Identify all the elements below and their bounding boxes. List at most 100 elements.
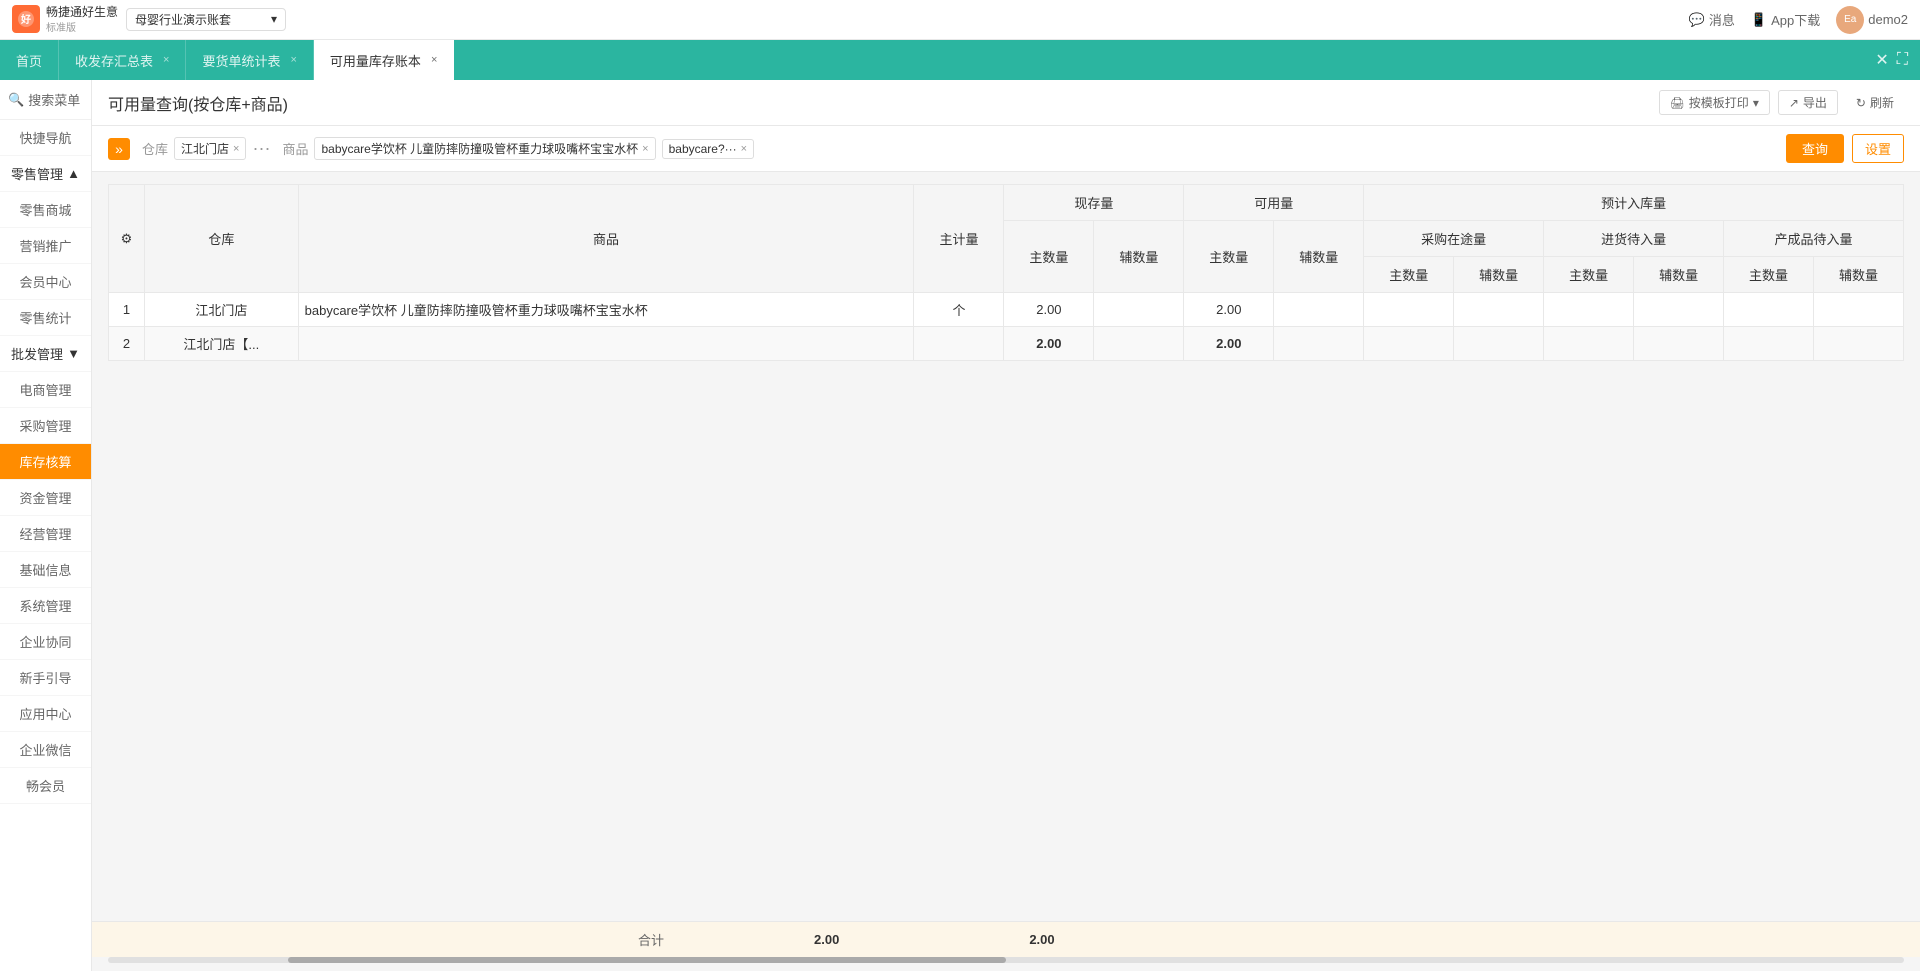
sidebar-item-enterprise-wechat[interactable]: 企业微信 xyxy=(0,732,91,768)
th-pur-main: 主数量 xyxy=(1364,257,1454,293)
app-download-button[interactable]: 📱 App下载 xyxy=(1751,10,1820,29)
sidebar-enterprise-wechat-label: 企业微信 xyxy=(19,740,71,759)
cell-avail-main: 2.00 xyxy=(1184,293,1274,327)
close-all-tabs-icon[interactable]: ✕ xyxy=(1875,50,1888,70)
footer-current-main: 2.00 xyxy=(814,932,839,947)
sidebar-item-system-mgmt[interactable]: 系统管理 xyxy=(0,588,91,624)
warehouse-filter-more[interactable]: ··· xyxy=(252,138,270,159)
cell-prod-aux xyxy=(1814,327,1904,361)
th-incoming-pending: 进货待入量 xyxy=(1544,221,1724,257)
product-tag-1[interactable]: babycare学饮杯 儿童防摔防撞吸管杯重力球吸嘴杯宝宝水杯 × xyxy=(314,137,655,160)
sidebar-item-purchase-mgmt[interactable]: 采购管理 xyxy=(0,408,91,444)
warehouse-tag[interactable]: 江北门店 × xyxy=(174,137,246,160)
export-label: 导出 xyxy=(1803,94,1827,111)
logo-text: 畅捷通好生意 xyxy=(46,5,118,19)
sidebar-item-retail-stats[interactable]: 零售统计 xyxy=(0,300,91,336)
tab-order-stats-close[interactable]: × xyxy=(290,54,296,66)
table-row: 2 江北门店【... 2.00 2.00 xyxy=(109,327,1904,361)
export-button[interactable]: ↗ 导出 xyxy=(1778,90,1838,115)
sidebar-item-ecommerce-mgmt[interactable]: 电商管理 xyxy=(0,372,91,408)
sidebar-item-enterprise-collab[interactable]: 企业协同 xyxy=(0,624,91,660)
sidebar-retail-shop-label: 零售商城 xyxy=(19,200,71,219)
sidebar-item-ops-mgmt[interactable]: 经营管理 xyxy=(0,516,91,552)
cell-inc-main xyxy=(1544,293,1634,327)
sidebar-item-retail-shop[interactable]: 零售商城 xyxy=(0,192,91,228)
cell-current-main: 2.00 xyxy=(1004,293,1094,327)
th-current-main: 主数量 xyxy=(1004,221,1094,293)
footer-area: 合计 2.00 2.00 xyxy=(92,921,1920,971)
cell-pur-aux xyxy=(1454,327,1544,361)
th-current-aux: 辅数量 xyxy=(1094,221,1184,293)
tab-home[interactable]: 首页 xyxy=(0,40,59,80)
filter-expand-button[interactable]: » xyxy=(108,138,130,160)
sidebar-item-finance-mgmt[interactable]: 资金管理 xyxy=(0,480,91,516)
product-tag-2[interactable]: babycare?··· × xyxy=(662,139,754,159)
th-settings: ⚙ xyxy=(109,185,145,293)
sidebar-item-retail-mgmt[interactable]: 零售管理 ▲ xyxy=(0,156,91,192)
cell-inc-aux xyxy=(1634,327,1724,361)
message-icon: 💬 xyxy=(1689,12,1705,28)
cell-unit xyxy=(914,327,1004,361)
sidebar-purchase-label: 采购管理 xyxy=(19,416,71,435)
chevron-down-icon: ▼ xyxy=(67,346,80,361)
sidebar-search[interactable]: 🔍 搜索菜单 xyxy=(0,80,91,120)
cell-current-aux xyxy=(1094,327,1184,361)
sidebar-item-quick-nav[interactable]: 快捷导航 xyxy=(0,120,91,156)
table-container: ⚙ 仓库 商品 主计量 现存量 可用量 预计入库量 主数量 辅数量 主数量 辅数… xyxy=(92,172,1920,921)
sidebar-system-label: 系统管理 xyxy=(19,596,71,615)
product-filter-label: 商品 xyxy=(282,139,308,158)
tab-available-stock[interactable]: 可用量库存账本 × xyxy=(314,40,454,80)
footer-scrollbar[interactable] xyxy=(108,957,1904,963)
settings-icon[interactable]: ⚙ xyxy=(121,231,133,246)
cell-pur-main xyxy=(1364,293,1454,327)
template-selector[interactable]: 母婴行业演示账套 ▾ xyxy=(126,8,286,31)
product-tag-2-text: babycare?··· xyxy=(669,142,737,156)
cell-warehouse: 江北门店【... xyxy=(145,327,299,361)
warehouse-filter: 仓库 江北门店 × ··· xyxy=(142,137,270,160)
sidebar-item-marketing[interactable]: 营销推广 xyxy=(0,228,91,264)
tab-available-stock-close[interactable]: × xyxy=(431,54,437,66)
th-pur-aux: 辅数量 xyxy=(1454,257,1544,293)
cell-inc-main xyxy=(1544,327,1634,361)
tab-home-label: 首页 xyxy=(16,51,42,70)
print-icon: 🖨 xyxy=(1670,96,1685,110)
filter-bar: » 仓库 江北门店 × ··· 商品 babycare学饮杯 儿童防摔防撞吸管杯… xyxy=(92,126,1920,172)
product-tag-1-remove[interactable]: × xyxy=(642,143,648,155)
cell-unit: 个 xyxy=(914,293,1004,327)
warehouse-tag-remove[interactable]: × xyxy=(233,143,239,155)
tab-order-stats[interactable]: 要货单统计表 × xyxy=(186,40,313,80)
fullscreen-icon[interactable]: ⛶ xyxy=(1897,51,1908,69)
page-header: 可用量查询(按仓库+商品) 🖨 按模板打印 ▾ ↗ 导出 ↻ 刷新 xyxy=(92,80,1920,126)
chevron-up-icon: ▲ xyxy=(67,166,80,181)
page-title: 可用量查询(按仓库+商品) xyxy=(108,91,288,125)
tab-receive-summary-close[interactable]: × xyxy=(163,54,169,66)
sidebar-item-new-guide[interactable]: 新手引导 xyxy=(0,660,91,696)
query-button[interactable]: 查询 xyxy=(1786,134,1844,163)
product-tag-2-remove[interactable]: × xyxy=(741,143,747,155)
setting-button[interactable]: 设置 xyxy=(1852,134,1904,163)
main-layout: 🔍 搜索菜单 快捷导航 零售管理 ▲ 零售商城 营销推广 会员中心 零售统计 批… xyxy=(0,80,1920,971)
sidebar-item-wholesale-mgmt[interactable]: 批发管理 ▼ xyxy=(0,336,91,372)
cell-warehouse: 江北门店 xyxy=(145,293,299,327)
cell-index: 2 xyxy=(109,327,145,361)
sidebar-item-member-center[interactable]: 会员中心 xyxy=(0,264,91,300)
print-label: 按模板打印 xyxy=(1689,94,1749,111)
th-avail-main: 主数量 xyxy=(1184,221,1274,293)
refresh-button[interactable]: ↻ 刷新 xyxy=(1846,91,1904,114)
sidebar-item-app-center[interactable]: 应用中心 xyxy=(0,696,91,732)
cell-current-main: 2.00 xyxy=(1004,327,1094,361)
svg-text:好: 好 xyxy=(20,13,31,26)
th-purchase-in-transit: 采购在途量 xyxy=(1364,221,1544,257)
tab-receive-summary[interactable]: 收发存汇总表 × xyxy=(59,40,186,80)
sidebar-item-inventory-check[interactable]: 库存核算 xyxy=(0,444,91,480)
user-profile[interactable]: Ea demo2 xyxy=(1836,6,1908,34)
th-production-pending: 产成品待入量 xyxy=(1724,221,1904,257)
cell-current-aux xyxy=(1094,293,1184,327)
print-button[interactable]: 🖨 按模板打印 ▾ xyxy=(1659,90,1770,115)
sidebar-item-vip-member[interactable]: 畅会员 xyxy=(0,768,91,804)
message-button[interactable]: 💬 消息 xyxy=(1689,10,1735,29)
message-label: 消息 xyxy=(1709,10,1735,29)
nav-tabs-right: ✕ ⛶ xyxy=(1863,40,1920,80)
sidebar-item-basic-info[interactable]: 基础信息 xyxy=(0,552,91,588)
nav-tabs: 首页 收发存汇总表 × 要货单统计表 × 可用量库存账本 × ✕ ⛶ xyxy=(0,40,1920,80)
